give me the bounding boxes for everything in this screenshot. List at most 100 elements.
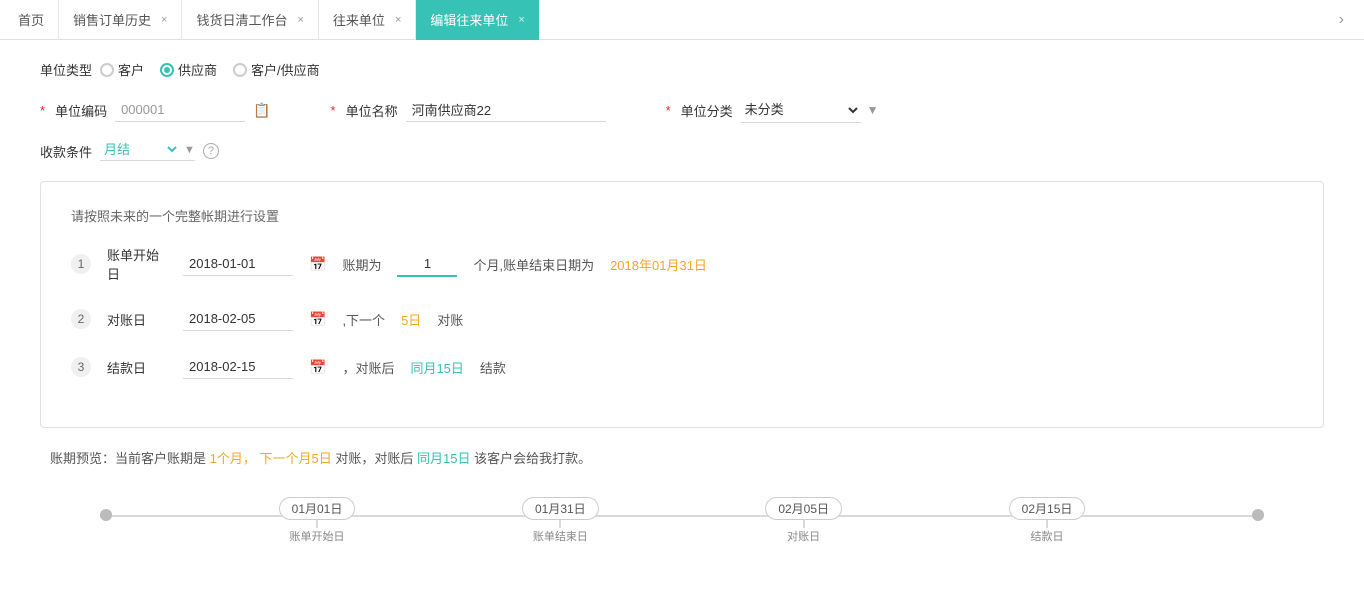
timeline-node-2: 01月31日 账单结束日: [522, 497, 599, 544]
row-suffix-before-1: 账期为: [342, 255, 381, 274]
timeline-node-3: 02月05日 对账日: [765, 497, 842, 544]
preview-prefix: 账期预览：当前客户账期是: [50, 451, 206, 466]
payment-condition-label: 收款条件: [40, 142, 92, 161]
timeline-line: [100, 515, 1264, 517]
tab-cash-work[interactable]: 钱货日清工作台 ×: [182, 0, 318, 40]
unit-name-label: 单位名称: [346, 101, 398, 120]
preview-middle: 对账，对账后: [335, 451, 413, 466]
preview-part3: 同月15日: [417, 451, 470, 466]
timeline: 01月01日 账单开始日 01月31日 账单结束日 02月05日 对账日: [100, 497, 1264, 544]
row-highlight-3: 同月15日: [410, 358, 463, 377]
preview-text: 账期预览：当前客户账期是 1个月， 下一个月5日 对账，对账后 同月15日 该客…: [40, 448, 1324, 467]
row-date-input-2[interactable]: [183, 307, 293, 331]
unit-code-required: *: [40, 103, 45, 118]
tab-sales-order-label: 销售订单历史: [73, 10, 151, 29]
tab-partner-close[interactable]: ×: [395, 14, 401, 26]
timeline-end-dot: [1252, 509, 1264, 521]
timeline-node-1: 01月01日 账单开始日: [279, 497, 356, 544]
radio-customer[interactable]: 客户: [100, 60, 144, 79]
tl-connector-3: [803, 520, 805, 528]
period-num-input[interactable]: [397, 252, 457, 277]
row-num-3: 3: [71, 357, 91, 377]
unit-code-input[interactable]: [115, 98, 245, 122]
timeline-label-4: 结款日: [1031, 528, 1064, 544]
tab-sales-order[interactable]: 销售订单历史 ×: [59, 0, 182, 40]
timeline-start: [100, 497, 112, 521]
radio-customer-circle: [100, 63, 114, 77]
copy-icon[interactable]: 📋: [253, 102, 270, 119]
row-suffix-after-3: 结款: [480, 358, 506, 377]
tab-home-label: 首页: [18, 10, 44, 29]
radio-both-label: 客户/供应商: [251, 60, 320, 79]
preview-part2: 下一个月5日: [260, 451, 332, 466]
tab-partner[interactable]: 往来单位 ×: [319, 0, 416, 40]
category-select[interactable]: 未分类: [741, 97, 861, 123]
settings-title: 请按照未来的一个完整帐期进行设置: [71, 206, 1293, 225]
row-num-1: 1: [71, 254, 91, 274]
cal-icon-1[interactable]: 📅: [309, 256, 326, 273]
row-suffix-before-3: ，对账后: [342, 358, 394, 377]
unit-type-row: 单位类型 客户 供应商 客户/供应商: [40, 60, 1324, 79]
timeline-label-1: 账单开始日: [289, 528, 344, 544]
cal-icon-2[interactable]: 📅: [309, 311, 326, 328]
category-chevron-icon: ▼: [867, 103, 879, 117]
row-suffix-after-2: 对账: [437, 310, 463, 329]
tl-connector-2: [559, 520, 561, 528]
unit-code-label: 单位编码: [55, 101, 107, 120]
settings-box: 请按照未来的一个完整帐期进行设置 1 账单开始日 📅 账期为 个月,账单结束日期…: [40, 181, 1324, 428]
timeline-label-2: 账单结束日: [533, 528, 588, 544]
radio-both-circle: [233, 63, 247, 77]
tab-cash-work-close[interactable]: ×: [297, 14, 303, 26]
category-select-group: 未分类 ▼: [741, 97, 879, 123]
unit-code-group: * 单位编码 📋: [40, 98, 271, 122]
tab-partner-label: 往来单位: [333, 10, 385, 29]
tab-bar: 首页 销售订单历史 × 钱货日清工作台 × 往来单位 × 编辑往来单位 × ›: [0, 0, 1364, 40]
radio-supplier-label: 供应商: [178, 60, 217, 79]
payment-condition-row: 收款条件 月结 ▼ ?: [40, 141, 1324, 161]
timeline-section: 01月01日 账单开始日 01月31日 账单结束日 02月05日 对账日: [40, 497, 1324, 544]
radio-customer-label: 客户: [118, 60, 144, 79]
tab-edit-partner[interactable]: 编辑往来单位 ×: [416, 0, 538, 40]
row-label-3: 结款日: [107, 358, 167, 377]
setting-row-2: 2 对账日 📅 ,下一个 5日 对账: [71, 307, 1293, 331]
tl-connector-1: [316, 520, 318, 528]
payment-condition-select[interactable]: 月结: [100, 141, 180, 158]
setting-row-1: 1 账单开始日 📅 账期为 个月,账单结束日期为 2018年01月31日: [71, 245, 1293, 283]
row-date-input-3[interactable]: [183, 355, 293, 379]
timeline-tag-4: 02月15日: [1009, 497, 1086, 520]
row-highlight-2: 5日: [401, 310, 421, 329]
tab-edit-partner-label: 编辑往来单位: [430, 10, 508, 29]
preview-suffix: 该客户会给我打款。: [474, 451, 591, 466]
radio-supplier[interactable]: 供应商: [160, 60, 217, 79]
row-num-2: 2: [71, 309, 91, 329]
preview-part1: 1个月，: [210, 451, 256, 466]
unit-category-label: 单位分类: [681, 101, 733, 120]
timeline-label-3: 对账日: [787, 528, 820, 544]
row-label-2: 对账日: [107, 310, 167, 329]
tab-cash-work-label: 钱货日清工作台: [196, 10, 287, 29]
unit-name-group: * 单位名称: [331, 98, 606, 122]
radio-group: 客户 供应商 客户/供应商: [100, 60, 320, 79]
unit-category-required: *: [666, 103, 671, 118]
row-label-1: 账单开始日: [107, 245, 167, 283]
tab-edit-partner-close[interactable]: ×: [518, 14, 524, 26]
tab-home[interactable]: 首页: [10, 0, 59, 40]
row-date-input-1[interactable]: [183, 252, 293, 276]
help-icon[interactable]: ?: [203, 143, 219, 159]
unit-category-group: * 单位分类 未分类 ▼: [666, 97, 879, 123]
unit-type-label: 单位类型: [40, 60, 92, 79]
radio-both[interactable]: 客户/供应商: [233, 60, 320, 79]
timeline-start-dot: [100, 509, 112, 521]
tab-chevron-icon[interactable]: ›: [1329, 11, 1354, 29]
timeline-end: [1252, 497, 1264, 521]
timeline-tag-1: 01月01日: [279, 497, 356, 520]
tab-sales-order-close[interactable]: ×: [161, 14, 167, 26]
row-suffix-after-1: 个月,账单结束日期为: [473, 255, 594, 274]
radio-supplier-circle: [160, 63, 174, 77]
cal-icon-3[interactable]: 📅: [309, 359, 326, 376]
row-suffix-before-2: ,下一个: [342, 310, 385, 329]
unit-name-input[interactable]: [406, 98, 606, 122]
payment-dropdown-group: 月结 ▼: [100, 141, 195, 161]
unit-name-required: *: [331, 103, 336, 118]
unit-type-group: 单位类型 客户 供应商 客户/供应商: [40, 60, 320, 79]
